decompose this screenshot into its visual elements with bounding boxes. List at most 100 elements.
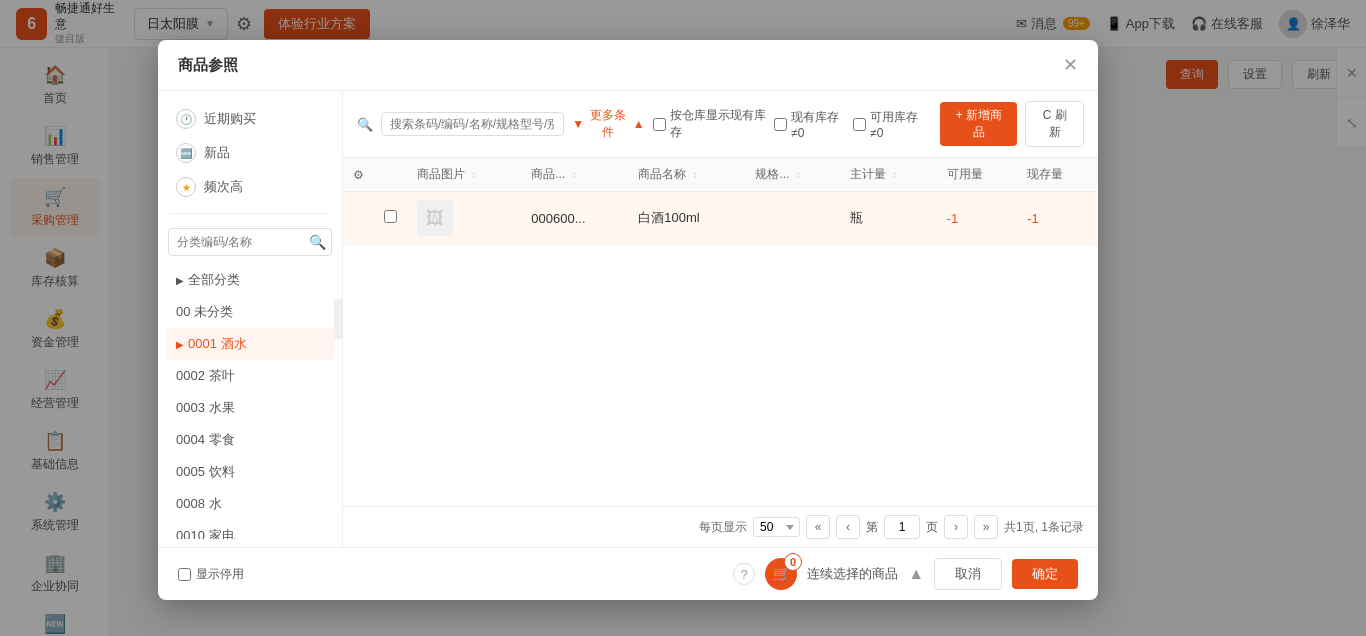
cat-label-tea: 0002 茶叶 bbox=[176, 367, 235, 385]
checkbox-nonzero-available[interactable] bbox=[853, 118, 866, 131]
show-disabled-checkbox[interactable] bbox=[178, 568, 191, 581]
page-next-button[interactable]: › bbox=[944, 515, 968, 539]
cart-selected-label: 连续选择的商品 bbox=[807, 565, 898, 583]
td-spec bbox=[745, 192, 839, 245]
confirm-button[interactable]: 确定 bbox=[1012, 559, 1078, 589]
cat-label-water: 0008 水 bbox=[176, 495, 222, 513]
cat-snacks[interactable]: 0004 零食 bbox=[166, 424, 334, 456]
th-checkbox bbox=[374, 158, 407, 192]
modal-close-icon[interactable]: ✕ bbox=[1063, 54, 1078, 76]
quick-filter-recent[interactable]: 🕐 近期购买 bbox=[166, 103, 334, 135]
th-stock: 现存量 bbox=[1017, 158, 1098, 192]
check-warehouse-stock[interactable]: 按仓库显示现有库存 bbox=[653, 107, 767, 141]
filter-icon: ▼ bbox=[572, 117, 584, 131]
sort-icon-image: ↕ bbox=[471, 169, 476, 180]
cat-alcohol[interactable]: ▶ 0001 酒水 bbox=[166, 328, 334, 360]
recent-icon: 🕐 bbox=[176, 109, 196, 129]
modal-footer: 显示停用 ? 🛒 0 连续选择的商品 ▲ 取消 确定 bbox=[158, 547, 1098, 600]
page-prev-button[interactable]: ‹ bbox=[836, 515, 860, 539]
modal-header: 商品参照 ✕ bbox=[158, 40, 1098, 91]
new-icon: 🆕 bbox=[176, 143, 196, 163]
cat-label-beverages: 0005 饮料 bbox=[176, 463, 235, 481]
product-thumbnail: 🖼 bbox=[417, 200, 453, 236]
page-label: 第 bbox=[866, 519, 878, 536]
cat-label-fruit: 0003 水果 bbox=[176, 399, 235, 417]
product-table: ⚙ 商品图片 ↕ 商品... ↕ 商品名称 bbox=[343, 158, 1098, 245]
refresh-button[interactable]: C 刷新 bbox=[1025, 101, 1084, 147]
pagination-row: 每页显示 20 50 100 « ‹ 第 页 › » 共1页, 1条记录 bbox=[343, 506, 1098, 547]
category-search-wrap: 🔍 bbox=[168, 228, 332, 256]
cancel-button[interactable]: 取消 bbox=[934, 558, 1002, 590]
page-last-button[interactable]: » bbox=[974, 515, 998, 539]
collapse-footer-icon[interactable]: ▲ bbox=[908, 565, 924, 583]
per-page-label: 每页显示 bbox=[699, 519, 747, 536]
table-row[interactable]: 🖼 000600... 白酒100ml 瓶 -1 -1 bbox=[343, 192, 1098, 245]
page-suffix: 页 bbox=[926, 519, 938, 536]
cat-beverages[interactable]: 0005 饮料 bbox=[166, 456, 334, 488]
quick-label-recent: 近期购买 bbox=[204, 110, 256, 128]
product-search-input[interactable] bbox=[381, 112, 564, 136]
checkbox-warehouse-stock[interactable] bbox=[653, 118, 666, 131]
page-first-button[interactable]: « bbox=[806, 515, 830, 539]
th-image: 商品图片 ↕ bbox=[407, 158, 521, 192]
td-checkbox[interactable] bbox=[374, 192, 407, 245]
quick-filter-frequent[interactable]: ★ 频次高 bbox=[166, 171, 334, 203]
category-search-row: 🔍 bbox=[158, 220, 342, 264]
quick-filter-new[interactable]: 🆕 新品 bbox=[166, 137, 334, 169]
td-settings bbox=[343, 192, 374, 245]
sort-icon-spec: ↕ bbox=[796, 169, 801, 180]
check-nonzero-stock[interactable]: 现有库存≠0 bbox=[774, 109, 845, 140]
row-checkbox[interactable] bbox=[384, 210, 397, 223]
quick-label-new: 新品 bbox=[204, 144, 230, 162]
table-header-row: ⚙ 商品图片 ↕ 商品... ↕ 商品名称 bbox=[343, 158, 1098, 192]
add-product-button[interactable]: + 新增商品 bbox=[940, 102, 1017, 146]
collapse-left-icon[interactable]: 《 bbox=[334, 299, 343, 339]
cat-label-all: 全部分类 bbox=[188, 271, 240, 289]
td-available: -1 bbox=[937, 192, 1018, 245]
per-page-select[interactable]: 20 50 100 bbox=[753, 517, 800, 537]
show-disabled-label[interactable]: 显示停用 bbox=[178, 566, 244, 583]
modal-right-panel: 🔍 ▼ 更多条件 ▲ 按仓库显示现有库存 现有库存≠0 可用库存≠0 bbox=[343, 91, 1098, 547]
td-image: 🖼 bbox=[407, 192, 521, 245]
cat-appliances[interactable]: 0010 家电 bbox=[166, 520, 334, 539]
product-reference-modal: 商品参照 ✕ 🕐 近期购买 🆕 新品 ★ 频次高 《 bbox=[158, 40, 1098, 600]
td-stock: -1 bbox=[1017, 192, 1098, 245]
cat-water[interactable]: 0008 水 bbox=[166, 488, 334, 520]
caret-right-icon: ▶ bbox=[176, 275, 184, 286]
checkbox-nonzero-stock[interactable] bbox=[774, 118, 787, 131]
category-list: ▶ 全部分类 00 未分类 ▶ 0001 酒水 0002 茶叶 0003 水果 bbox=[158, 264, 342, 539]
search-bar-icon: 🔍 bbox=[357, 117, 373, 132]
cat-label-appliances: 0010 家电 bbox=[176, 527, 235, 539]
cat-label-unclassified: 00 未分类 bbox=[176, 303, 233, 321]
help-icon[interactable]: ? bbox=[733, 563, 755, 585]
sort-icon-name: ↕ bbox=[693, 169, 698, 180]
modal-body: 🕐 近期购买 🆕 新品 ★ 频次高 《 🔍 bbox=[158, 91, 1098, 547]
th-available: 可用量 bbox=[937, 158, 1018, 192]
page-total-info: 共1页, 1条记录 bbox=[1004, 519, 1084, 536]
quick-filter-list: 🕐 近期购买 🆕 新品 ★ 频次高 bbox=[158, 99, 342, 207]
check-nonzero-available[interactable]: 可用库存≠0 bbox=[853, 109, 924, 140]
cat-label-snacks: 0004 零食 bbox=[176, 431, 235, 449]
more-filter-button[interactable]: ▼ 更多条件 ▲ bbox=[572, 107, 644, 141]
category-search-input[interactable] bbox=[168, 228, 332, 256]
td-name: 白酒100ml bbox=[628, 192, 745, 245]
th-code: 商品... ↕ bbox=[521, 158, 628, 192]
category-search-icon[interactable]: 🔍 bbox=[309, 234, 326, 250]
th-name: 商品名称 ↕ bbox=[628, 158, 745, 192]
sort-icon-code: ↕ bbox=[572, 169, 577, 180]
cat-all[interactable]: ▶ 全部分类 bbox=[166, 264, 334, 296]
th-spec: 规格... ↕ bbox=[745, 158, 839, 192]
page-number-input[interactable] bbox=[884, 515, 920, 539]
cat-tea[interactable]: 0002 茶叶 bbox=[166, 360, 334, 392]
td-code: 000600... bbox=[521, 192, 628, 245]
quick-label-frequent: 频次高 bbox=[204, 178, 243, 196]
product-table-wrap: ⚙ 商品图片 ↕ 商品... ↕ 商品名称 bbox=[343, 158, 1098, 506]
th-unit: 主计量 ↕ bbox=[840, 158, 937, 192]
caret-active-icon: ▶ bbox=[176, 339, 184, 350]
th-settings: ⚙ bbox=[343, 158, 374, 192]
cart-count-badge: 0 bbox=[784, 553, 802, 571]
star-icon: ★ bbox=[176, 177, 196, 197]
cat-unclassified[interactable]: 00 未分类 bbox=[166, 296, 334, 328]
cat-fruit[interactable]: 0003 水果 bbox=[166, 392, 334, 424]
td-unit: 瓶 bbox=[840, 192, 937, 245]
